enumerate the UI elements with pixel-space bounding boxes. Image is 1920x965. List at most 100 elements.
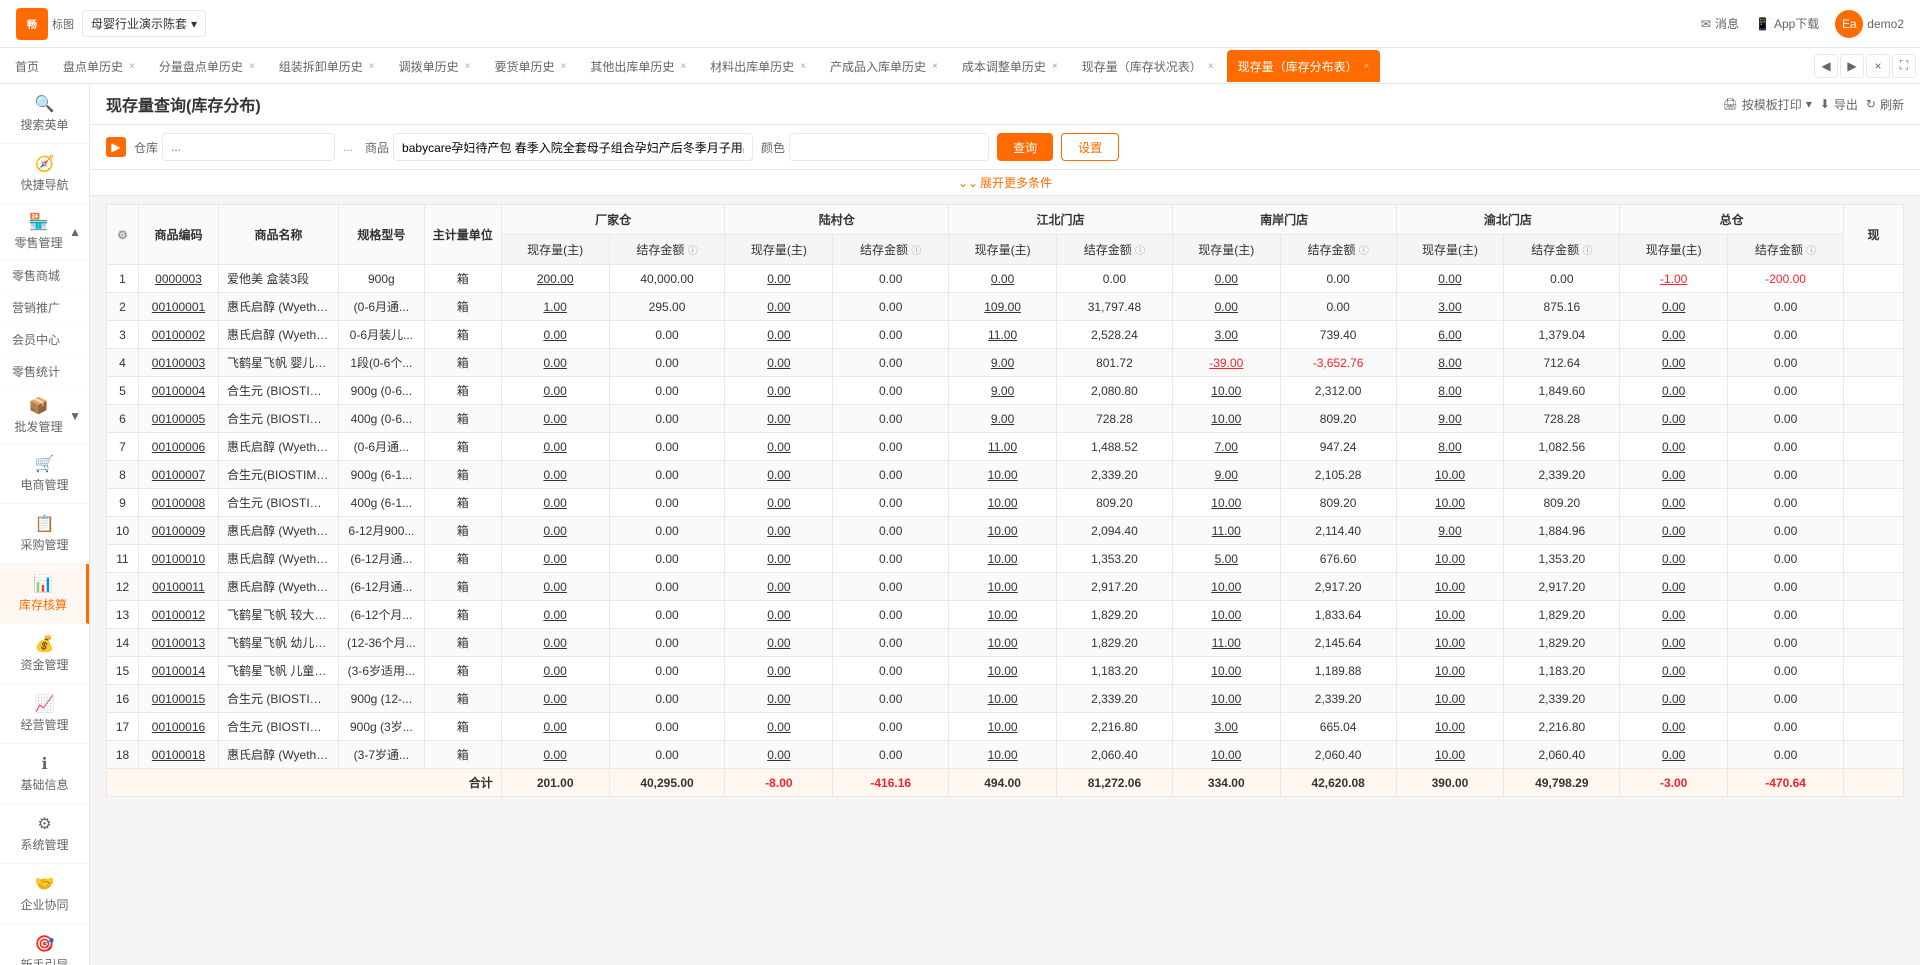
print-btn[interactable]: 🖨 按模板打印 ▾	[1723, 96, 1812, 113]
row-code[interactable]: 00100005	[139, 405, 219, 433]
row-yb-qty[interactable]: 10.00	[1396, 685, 1504, 713]
row-factory-qty[interactable]: 0.00	[501, 405, 609, 433]
row-jb-qty[interactable]: 11.00	[949, 321, 1057, 349]
row-code[interactable]: 00100002	[139, 321, 219, 349]
settings-btn[interactable]: 设置	[1061, 133, 1119, 161]
row-na-qty[interactable]: 3.00	[1172, 713, 1280, 741]
message-btn[interactable]: ✉ 消息	[1701, 15, 1739, 32]
row-code[interactable]: 00100007	[139, 461, 219, 489]
row-total-qty[interactable]: 0.00	[1620, 489, 1728, 517]
row-yb-qty[interactable]: 10.00	[1396, 573, 1504, 601]
row-jb-qty[interactable]: 10.00	[949, 545, 1057, 573]
product-input[interactable]	[393, 133, 753, 161]
refresh-btn[interactable]: ↻ 刷新	[1866, 96, 1904, 113]
row-jb-qty[interactable]: 9.00	[949, 349, 1057, 377]
tab-fullscreen-btn[interactable]: ⛶	[1892, 54, 1916, 78]
export-btn[interactable]: ⬇ 导出	[1820, 96, 1858, 113]
row-jb-qty[interactable]: 109.00	[949, 293, 1057, 321]
row-lu-qty[interactable]: 0.00	[725, 433, 833, 461]
color-input[interactable]	[789, 133, 989, 161]
sidebar-item-purchase[interactable]: 📋 采购管理	[0, 504, 89, 564]
row-na-qty[interactable]: 3.00	[1172, 321, 1280, 349]
row-total-qty[interactable]: 0.00	[1620, 741, 1728, 769]
sidebar-item-search[interactable]: 🔍 搜索英单	[0, 84, 89, 144]
row-na-qty[interactable]: 5.00	[1172, 545, 1280, 573]
sidebar-item-guide[interactable]: 🎯 新手引导	[0, 924, 89, 965]
tab-cost-adjust[interactable]: 成本调整单历史 ×	[951, 50, 1069, 82]
sidebar-item-retail-stats[interactable]: 零售统计	[0, 356, 89, 388]
tab-other-out[interactable]: 其他出库单历史 ×	[579, 50, 697, 82]
info-icon[interactable]: ⓘ	[1359, 246, 1369, 257]
row-jb-qty[interactable]: 9.00	[949, 405, 1057, 433]
row-total-qty[interactable]: 0.00	[1620, 433, 1728, 461]
table-scroll-area[interactable]: ⚙ 商品编码 商品名称 规格型号 主计量单位 厂家仓 陆村仓 江北门店 南岸门店…	[106, 204, 1904, 797]
tab-close-icon[interactable]: ×	[560, 61, 566, 72]
sidebar-item-member[interactable]: 会员中心	[0, 324, 89, 356]
row-jb-qty[interactable]: 9.00	[949, 377, 1057, 405]
row-lu-qty[interactable]: 0.00	[725, 489, 833, 517]
row-yb-qty[interactable]: 9.00	[1396, 517, 1504, 545]
row-lu-qty[interactable]: 0.00	[725, 517, 833, 545]
row-na-qty[interactable]: 10.00	[1172, 573, 1280, 601]
row-yb-qty[interactable]: 10.00	[1396, 629, 1504, 657]
row-yb-qty[interactable]: 10.00	[1396, 601, 1504, 629]
row-total-qty[interactable]: 0.00	[1620, 405, 1728, 433]
row-jb-qty[interactable]: 11.00	[949, 433, 1057, 461]
row-factory-qty[interactable]: 1.00	[501, 293, 609, 321]
row-code[interactable]: 00100010	[139, 545, 219, 573]
tab-sub-inventory[interactable]: 分量盘点单历史 ×	[148, 50, 266, 82]
row-factory-qty[interactable]: 0.00	[501, 321, 609, 349]
row-total-qty[interactable]: 0.00	[1620, 349, 1728, 377]
row-yb-qty[interactable]: 10.00	[1396, 741, 1504, 769]
row-lu-qty[interactable]: 0.00	[725, 545, 833, 573]
sidebar-item-nav[interactable]: 🧭 快捷导航	[0, 144, 89, 204]
row-lu-qty[interactable]: 0.00	[725, 349, 833, 377]
sidebar-item-retail[interactable]: 🏪 零售管理 ▲	[0, 204, 89, 260]
row-lu-qty[interactable]: 0.00	[725, 685, 833, 713]
sidebar-item-finance[interactable]: 💰 资金管理	[0, 624, 89, 684]
row-factory-qty[interactable]: 0.00	[501, 545, 609, 573]
tab-close-icon[interactable]: ×	[932, 61, 938, 72]
row-total-qty[interactable]: 0.00	[1620, 685, 1728, 713]
sidebar-item-retail-shop[interactable]: 零售商城	[0, 260, 89, 292]
row-yb-qty[interactable]: 3.00	[1396, 293, 1504, 321]
row-total-qty[interactable]: 0.00	[1620, 321, 1728, 349]
info-icon[interactable]: ⓘ	[1806, 246, 1816, 257]
tab-transfer[interactable]: 调拨单历史 ×	[388, 50, 482, 82]
tab-next-btn[interactable]: ▶	[1840, 54, 1864, 78]
sidebar-item-marketing[interactable]: 营销推广	[0, 292, 89, 324]
row-na-qty[interactable]: 11.00	[1172, 517, 1280, 545]
row-jb-qty[interactable]: 10.00	[949, 685, 1057, 713]
tab-stock-status[interactable]: 现存量（库存状况表） ×	[1071, 50, 1225, 82]
row-na-qty[interactable]: 10.00	[1172, 489, 1280, 517]
row-total-qty[interactable]: 0.00	[1620, 573, 1728, 601]
tab-home[interactable]: 首页	[4, 50, 50, 82]
row-na-qty[interactable]: 10.00	[1172, 601, 1280, 629]
row-total-qty[interactable]: 0.00	[1620, 545, 1728, 573]
tab-close-all-btn[interactable]: ×	[1866, 54, 1890, 78]
row-lu-qty[interactable]: 0.00	[725, 461, 833, 489]
tab-inventory-history[interactable]: 盘点单历史 ×	[52, 50, 146, 82]
row-lu-qty[interactable]: 0.00	[725, 265, 833, 293]
tab-close-icon[interactable]: ×	[800, 61, 806, 72]
row-jb-qty[interactable]: 10.00	[949, 657, 1057, 685]
row-code[interactable]: 00100018	[139, 741, 219, 769]
row-code[interactable]: 00100014	[139, 657, 219, 685]
row-na-qty[interactable]: 11.00	[1172, 629, 1280, 657]
row-code[interactable]: 00100008	[139, 489, 219, 517]
row-code[interactable]: 00100006	[139, 433, 219, 461]
row-code[interactable]: 00100011	[139, 573, 219, 601]
tab-close-icon[interactable]: ×	[465, 61, 471, 72]
row-yb-qty[interactable]: 9.00	[1396, 405, 1504, 433]
tab-close-icon[interactable]: ×	[1208, 61, 1214, 72]
row-factory-qty[interactable]: 0.00	[501, 433, 609, 461]
row-factory-qty[interactable]: 0.00	[501, 349, 609, 377]
sidebar-item-ecommerce[interactable]: 🛒 电商管理	[0, 444, 89, 504]
row-jb-qty[interactable]: 10.00	[949, 741, 1057, 769]
row-total-qty[interactable]: 0.00	[1620, 377, 1728, 405]
tab-close-icon[interactable]: ×	[129, 61, 135, 72]
row-code[interactable]: 00100013	[139, 629, 219, 657]
row-code[interactable]: 00100016	[139, 713, 219, 741]
row-total-qty[interactable]: 0.00	[1620, 713, 1728, 741]
row-factory-qty[interactable]: 0.00	[501, 517, 609, 545]
